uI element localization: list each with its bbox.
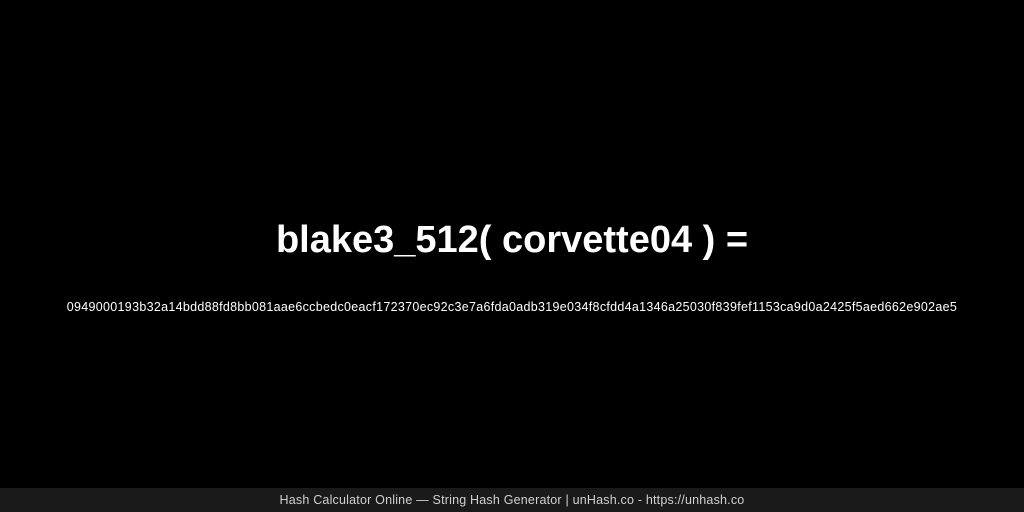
hash-result: 0949000193b32a14bdd88fd8bb081aae6ccbedc0… [67,300,957,314]
main-content: blake3_512( corvette04 ) = 0949000193b32… [0,20,1024,512]
hash-expression: blake3_512( corvette04 ) = [276,219,748,262]
footer-bar: Hash Calculator Online — String Hash Gen… [0,488,1024,512]
footer-text: Hash Calculator Online — String Hash Gen… [280,493,745,507]
